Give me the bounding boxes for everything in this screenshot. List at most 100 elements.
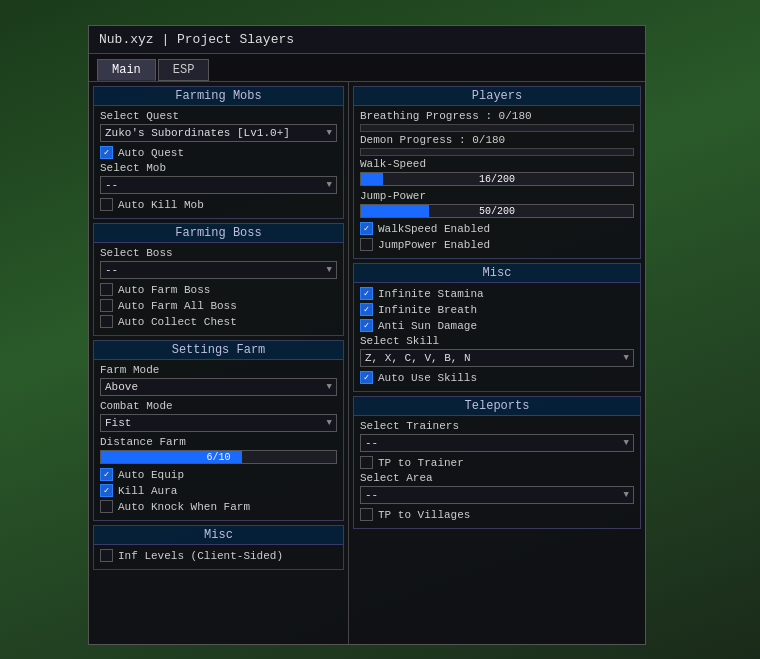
farm-mode-label: Farm Mode (100, 364, 337, 376)
left-panel: Farming Mobs Select Quest Zuko's Subordi… (89, 82, 349, 644)
tp-villages-label: TP to Villages (378, 509, 470, 521)
select-area-label: Select Area (360, 472, 634, 484)
inf-levels-label: Inf Levels (Client-Sided) (118, 550, 283, 562)
infinite-breath-checkbox[interactable] (360, 303, 373, 316)
tp-villages-row: TP to Villages (360, 508, 634, 521)
tp-trainer-row: TP to Trainer (360, 456, 634, 469)
farming-mobs-section: Farming Mobs Select Quest Zuko's Subordi… (93, 86, 344, 219)
auto-collect-chest-row: Auto Collect Chest (100, 315, 337, 328)
farm-mode-dropdown-wrapper[interactable]: Above (100, 378, 337, 396)
right-panel: Players Breathing Progress : 0/180 Demon… (349, 82, 645, 644)
trainers-dropdown-wrapper[interactable]: -- (360, 434, 634, 452)
inf-levels-checkbox[interactable] (100, 549, 113, 562)
distance-slider-bar[interactable]: 6/10 (100, 450, 337, 464)
distance-farm-slider-section: Distance Farm 6/10 (100, 436, 337, 464)
area-dropdown-wrapper[interactable]: -- (360, 486, 634, 504)
walkspeed-enabled-row: WalkSpeed Enabled (360, 222, 634, 235)
tp-trainer-label: TP to Trainer (378, 457, 464, 469)
auto-farm-boss-checkbox[interactable] (100, 283, 113, 296)
jumppower-value: 50/200 (361, 205, 633, 217)
jumppower-slider-section: Jump-Power 50/200 (360, 190, 634, 218)
settings-farm-body: Farm Mode Above Combat Mode Fist Distanc… (94, 360, 343, 520)
select-quest-label: Select Quest (100, 110, 337, 122)
misc-left-body: Inf Levels (Client-Sided) (94, 545, 343, 569)
combat-mode-dropdown[interactable]: Fist (100, 414, 337, 432)
auto-collect-chest-checkbox[interactable] (100, 315, 113, 328)
misc-right-section: Misc Infinite Stamina Infinite Breath An… (353, 263, 641, 392)
auto-knock-checkbox[interactable] (100, 500, 113, 513)
teleports-header: Teleports (354, 397, 640, 416)
jumppower-bar[interactable]: 50/200 (360, 204, 634, 218)
skill-dropdown-wrapper[interactable]: Z, X, C, V, B, N (360, 349, 634, 367)
jumppower-label: Jump-Power (360, 190, 634, 202)
farming-boss-section: Farming Boss Select Boss -- Auto Farm Bo… (93, 223, 344, 336)
kill-aura-checkbox[interactable] (100, 484, 113, 497)
farming-boss-body: Select Boss -- Auto Farm Boss Auto Farm … (94, 243, 343, 335)
select-skill-label: Select Skill (360, 335, 634, 347)
misc-left-header: Misc (94, 526, 343, 545)
kill-aura-row: Kill Aura (100, 484, 337, 497)
infinite-stamina-label: Infinite Stamina (378, 288, 484, 300)
auto-kill-mob-checkbox[interactable] (100, 198, 113, 211)
farming-boss-header: Farming Boss (94, 224, 343, 243)
infinite-stamina-row: Infinite Stamina (360, 287, 634, 300)
anti-sun-label: Anti Sun Damage (378, 320, 477, 332)
auto-kill-mob-label: Auto Kill Mob (118, 199, 204, 211)
auto-equip-checkbox[interactable] (100, 468, 113, 481)
trainers-dropdown[interactable]: -- (360, 434, 634, 452)
settings-farm-section: Settings Farm Farm Mode Above Combat Mod… (93, 340, 344, 521)
auto-knock-label: Auto Knock When Farm (118, 501, 250, 513)
breathing-label: Breathing Progress : 0/180 (360, 110, 634, 122)
teleports-section: Teleports Select Trainers -- TP to Train… (353, 396, 641, 529)
window-title: Nub.xyz | Project Slayers (99, 32, 294, 47)
farming-mobs-header: Farming Mobs (94, 87, 343, 106)
auto-equip-row: Auto Equip (100, 468, 337, 481)
jumppower-enabled-checkbox[interactable] (360, 238, 373, 251)
main-content: Farming Mobs Select Quest Zuko's Subordi… (89, 82, 645, 644)
auto-use-skills-checkbox[interactable] (360, 371, 373, 384)
tp-trainer-checkbox[interactable] (360, 456, 373, 469)
auto-use-skills-label: Auto Use Skills (378, 372, 477, 384)
boss-dropdown[interactable]: -- (100, 261, 337, 279)
auto-farm-all-boss-label: Auto Farm All Boss (118, 300, 237, 312)
tab-bar: Main ESP (89, 54, 645, 82)
players-header: Players (354, 87, 640, 106)
jumppower-enabled-row: JumpPower Enabled (360, 238, 634, 251)
title-bar: Nub.xyz | Project Slayers (89, 26, 645, 54)
players-body: Breathing Progress : 0/180 Demon Progres… (354, 106, 640, 258)
walkspeed-bar[interactable]: 16/200 (360, 172, 634, 186)
walkspeed-label: Walk-Speed (360, 158, 634, 170)
auto-quest-checkbox[interactable] (100, 146, 113, 159)
walkspeed-enabled-label: WalkSpeed Enabled (378, 223, 490, 235)
mob-dropdown-wrapper[interactable]: -- (100, 176, 337, 194)
quest-dropdown[interactable]: Zuko's Subordinates [Lv1.0+] (100, 124, 337, 142)
auto-quest-label: Auto Quest (118, 147, 184, 159)
farm-mode-dropdown[interactable]: Above (100, 378, 337, 396)
farming-mobs-body: Select Quest Zuko's Subordinates [Lv1.0+… (94, 106, 343, 218)
auto-farm-all-boss-checkbox[interactable] (100, 299, 113, 312)
anti-sun-checkbox[interactable] (360, 319, 373, 332)
auto-farm-boss-label: Auto Farm Boss (118, 284, 210, 296)
boss-dropdown-wrapper[interactable]: -- (100, 261, 337, 279)
jumppower-enabled-label: JumpPower Enabled (378, 239, 490, 251)
players-section: Players Breathing Progress : 0/180 Demon… (353, 86, 641, 259)
walkspeed-value: 16/200 (361, 173, 633, 185)
auto-farm-boss-row: Auto Farm Boss (100, 283, 337, 296)
tp-villages-checkbox[interactable] (360, 508, 373, 521)
inf-levels-row: Inf Levels (Client-Sided) (100, 549, 337, 562)
mob-dropdown[interactable]: -- (100, 176, 337, 194)
combat-mode-label: Combat Mode (100, 400, 337, 412)
auto-farm-all-boss-row: Auto Farm All Boss (100, 299, 337, 312)
walkspeed-enabled-checkbox[interactable] (360, 222, 373, 235)
quest-dropdown-wrapper[interactable]: Zuko's Subordinates [Lv1.0+] (100, 124, 337, 142)
infinite-stamina-checkbox[interactable] (360, 287, 373, 300)
tab-main[interactable]: Main (97, 59, 156, 81)
area-dropdown[interactable]: -- (360, 486, 634, 504)
settings-farm-header: Settings Farm (94, 341, 343, 360)
tab-esp[interactable]: ESP (158, 59, 210, 81)
skill-dropdown[interactable]: Z, X, C, V, B, N (360, 349, 634, 367)
auto-use-skills-row: Auto Use Skills (360, 371, 634, 384)
demon-label: Demon Progress : 0/180 (360, 134, 634, 146)
breathing-bar (360, 124, 634, 132)
combat-mode-dropdown-wrapper[interactable]: Fist (100, 414, 337, 432)
